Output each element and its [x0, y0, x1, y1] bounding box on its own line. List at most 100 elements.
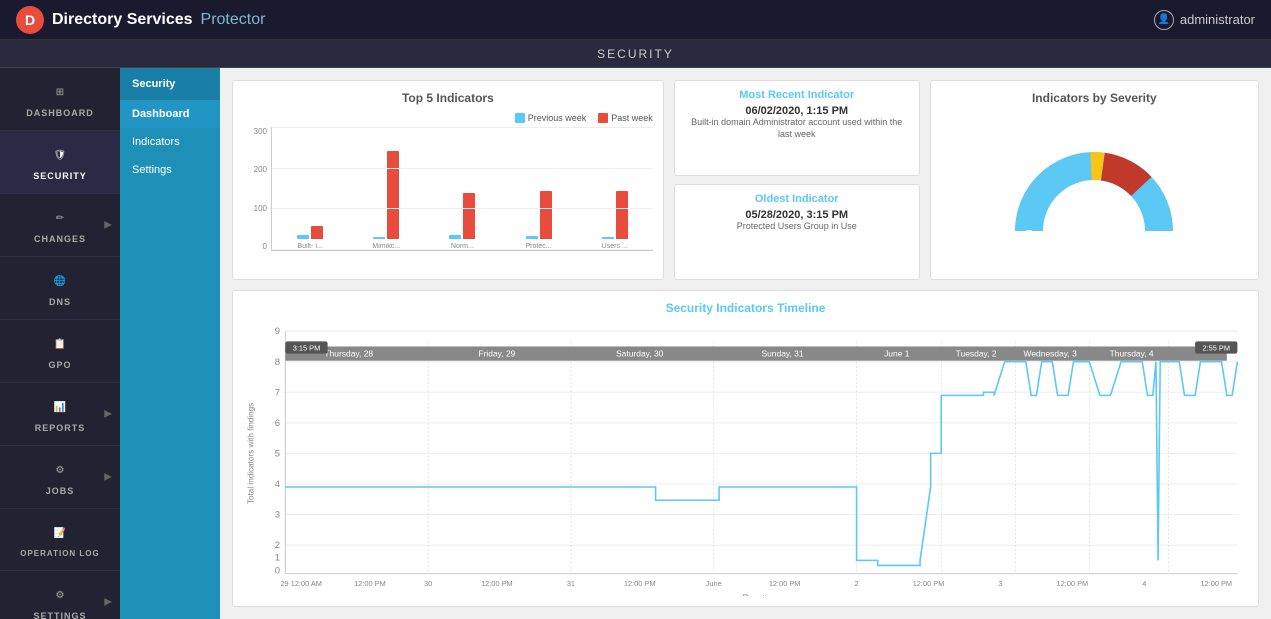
y-label-300: 300 [254, 127, 267, 136]
sidebar-label-jobs: JOBS [46, 486, 75, 496]
svg-text:Friday, 29: Friday, 29 [478, 349, 515, 359]
svg-text:12:00 PM: 12:00 PM [624, 579, 656, 588]
svg-text:2: 2 [275, 540, 280, 550]
sub-sidebar-item-indicators[interactable]: Indicators [120, 128, 220, 156]
content-area: Top 5 Indicators Previous week Past week… [220, 68, 1271, 619]
svg-text:Thursday, 28: Thursday, 28 [324, 349, 373, 359]
bar-group: Built- i... [276, 226, 344, 250]
sidebar-label-security: SECURITY [33, 171, 87, 181]
svg-text:9: 9 [275, 326, 280, 336]
bar-current [387, 151, 399, 239]
user-label: administrator [1180, 12, 1255, 27]
timeline-widget: Security Indicators Timeline 9 8 7 [232, 290, 1259, 607]
logo-main-text: Directory Services [52, 11, 193, 29]
y-label-100: 100 [254, 204, 267, 213]
svg-text:Tuesday, 2: Tuesday, 2 [956, 349, 997, 359]
oplog-icon: 📝 [48, 521, 72, 545]
bar-previous [373, 237, 385, 239]
svg-text:30: 30 [424, 579, 432, 588]
jobs-icon: ⚙ [48, 458, 72, 482]
sidebar-item-changes[interactable]: ✏ CHANGES ▶ [0, 194, 120, 257]
settings-arrow: ▶ [104, 597, 112, 608]
bar-current [311, 226, 323, 239]
svg-text:June: June [706, 579, 722, 588]
sidebar-item-operation-log[interactable]: 📝 OPERATION LOG [0, 509, 120, 571]
severity-widget: Indicators by Severity [930, 80, 1259, 280]
svg-text:3:15 PM: 3:15 PM [293, 344, 321, 353]
bar-pair [449, 193, 475, 239]
svg-text:5: 5 [275, 449, 280, 459]
bar-pair [373, 151, 399, 239]
reports-icon: 📊 [48, 395, 72, 419]
bar-group: Mimikc... [352, 151, 420, 250]
bar-current [616, 191, 628, 239]
sidebar-item-dashboard[interactable]: ⊞ DASHBOARD [0, 68, 120, 131]
severity-title: Indicators by Severity [1032, 91, 1157, 105]
svg-text:1: 1 [275, 553, 280, 563]
sub-sidebar-title: Security [132, 78, 175, 90]
changes-icon: ✏ [48, 206, 72, 230]
section-header: SECURITY [0, 40, 1271, 68]
sidebar-label-dns: DNS [49, 297, 71, 307]
widgets-row: Top 5 Indicators Previous week Past week… [232, 80, 1259, 280]
dashboard-icon: ⊞ [48, 80, 72, 104]
bar-group: Users ... [581, 191, 649, 250]
bars-container: Built- i... Mimikc...Norm... Protec... User… [271, 127, 653, 251]
sub-sidebar-header: Security [120, 68, 220, 100]
svg-text:4: 4 [1142, 579, 1146, 588]
sidebar-item-jobs[interactable]: ⚙ JOBS ▶ [0, 446, 120, 509]
svg-text:4: 4 [275, 479, 280, 489]
bar-previous [602, 237, 614, 239]
legend-red-dot [598, 113, 608, 123]
sidebar-bottom: ⚙ SETTINGS ▶ [0, 571, 120, 619]
changes-arrow: ▶ [104, 220, 112, 231]
jobs-arrow: ▶ [104, 472, 112, 483]
bar-previous [449, 235, 461, 239]
top5-title: Top 5 Indicators [243, 91, 653, 105]
legend-previous-label: Previous week [528, 113, 587, 123]
main-layout: ⊞ DASHBOARD 🛡 SECURITY ✏ CHANGES ▶ 🌐 DNS… [0, 68, 1271, 619]
most-recent-widget: Most Recent Indicator 06/02/2020, 1:15 P… [674, 80, 920, 176]
svg-text:3: 3 [275, 510, 280, 520]
most-recent-title: Most Recent Indicator [687, 89, 907, 101]
sub-sidebar-item-settings[interactable]: Settings [120, 156, 220, 184]
top5-indicators-widget: Top 5 Indicators Previous week Past week… [232, 80, 664, 280]
y-axis: 300 200 100 0 [243, 127, 271, 251]
bar-current [540, 191, 552, 239]
legend-past-label: Past week [611, 113, 653, 123]
sidebar-item-security[interactable]: 🛡 SECURITY [0, 131, 120, 194]
bar-group: Norm... [428, 193, 496, 250]
logo-sub-text: Protector [201, 11, 266, 29]
sidebar-item-dns[interactable]: 🌐 DNS [0, 257, 120, 320]
timeline-area: 9 8 7 6 5 4 3 2 1 0 [243, 321, 1248, 596]
oldest-title: Oldest Indicator [687, 193, 907, 205]
legend-previous: Previous week [515, 113, 587, 123]
svg-text:29 12:00 AM: 29 12:00 AM [280, 579, 321, 588]
sidebar-item-gpo[interactable]: 📋 GPO [0, 320, 120, 383]
most-recent-date: 06/02/2020, 1:15 PM [687, 105, 907, 117]
security-icon: 🛡 [48, 143, 72, 167]
user-icon: 👤 [1154, 10, 1174, 30]
middle-widgets: Most Recent Indicator 06/02/2020, 1:15 P… [674, 80, 920, 280]
dns-icon: 🌐 [48, 269, 72, 293]
sidebar-item-reports[interactable]: 📊 REPORTS ▶ [0, 383, 120, 446]
svg-text:Total indicators with findings: Total indicators with findings [245, 403, 255, 504]
sidebar-item-settings[interactable]: ⚙ SETTINGS ▶ [0, 571, 120, 619]
sidebar: ⊞ DASHBOARD 🛡 SECURITY ✏ CHANGES ▶ 🌐 DNS… [0, 68, 120, 619]
sub-sidebar-item-dashboard[interactable]: Dashboard [120, 100, 220, 128]
timeline-svg: 9 8 7 6 5 4 3 2 1 0 [243, 321, 1248, 596]
oldest-date: 05/28/2020, 3:15 PM [687, 209, 907, 221]
gpo-icon: 📋 [48, 332, 72, 356]
svg-text:2: 2 [855, 579, 859, 588]
svg-text:12:00 PM: 12:00 PM [481, 579, 513, 588]
bar-label: Protec... [526, 243, 552, 250]
most-recent-desc: Built-in domain Administrator account us… [687, 117, 907, 140]
timeline-title: Security Indicators Timeline [243, 301, 1248, 315]
oldest-desc: Protected Users Group in Use [687, 221, 907, 233]
svg-text:June 1: June 1 [884, 349, 910, 359]
bar-previous [297, 235, 309, 239]
svg-text:12:00 PM: 12:00 PM [913, 579, 945, 588]
svg-text:Wednesday, 3: Wednesday, 3 [1024, 349, 1078, 359]
top-bar: D Directory Services Protector 👤 adminis… [0, 0, 1271, 40]
user-menu[interactable]: 👤 administrator [1154, 10, 1255, 30]
